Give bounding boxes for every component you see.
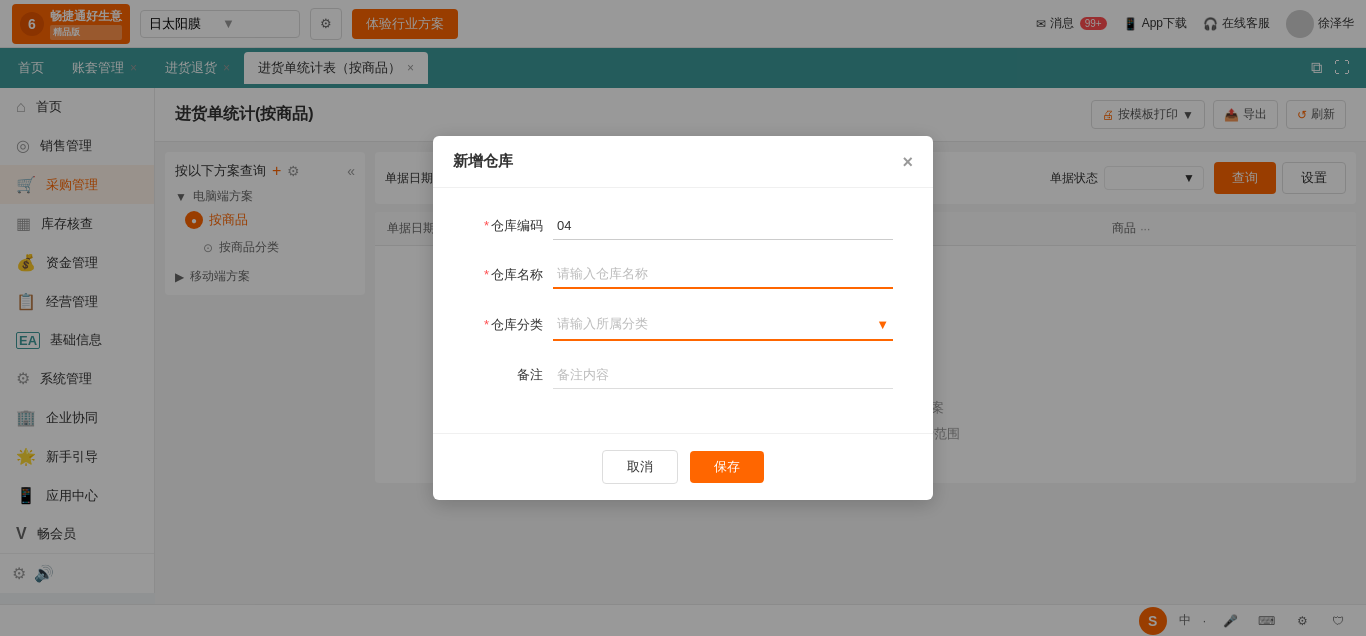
- modal-overlay[interactable]: 新增仓库 × *仓库编码 *仓库名称 *仓库分类: [0, 0, 1366, 636]
- modal-close-button[interactable]: ×: [902, 153, 913, 171]
- select-arrow-icon: ▼: [876, 317, 889, 332]
- form-row-category: *仓库分类 请输入所属分类 ▼: [473, 309, 893, 341]
- category-label: *仓库分类: [473, 316, 543, 334]
- warehouse-name-input[interactable]: [553, 260, 893, 289]
- warehouse-code-input[interactable]: [553, 212, 893, 240]
- modal-body: *仓库编码 *仓库名称 *仓库分类 请输入所属分类 ▼: [433, 188, 933, 433]
- modal-header: 新增仓库 ×: [433, 136, 933, 188]
- form-row-name: *仓库名称: [473, 260, 893, 289]
- new-warehouse-modal: 新增仓库 × *仓库编码 *仓库名称 *仓库分类: [433, 136, 933, 500]
- form-row-remark: 备注: [473, 361, 893, 389]
- remark-input[interactable]: [553, 361, 893, 389]
- category-required-star: *: [484, 317, 489, 332]
- cancel-button[interactable]: 取消: [602, 450, 678, 484]
- modal-title: 新增仓库: [453, 152, 513, 171]
- code-required-star: *: [484, 218, 489, 233]
- name-label: *仓库名称: [473, 266, 543, 284]
- form-row-code: *仓库编码: [473, 212, 893, 240]
- category-placeholder: 请输入所属分类: [557, 315, 648, 333]
- code-label: *仓库编码: [473, 217, 543, 235]
- modal-footer: 取消 保存: [433, 433, 933, 500]
- warehouse-category-select[interactable]: 请输入所属分类 ▼: [553, 309, 893, 341]
- name-required-star: *: [484, 267, 489, 282]
- save-button[interactable]: 保存: [690, 451, 764, 483]
- remark-label: 备注: [473, 366, 543, 384]
